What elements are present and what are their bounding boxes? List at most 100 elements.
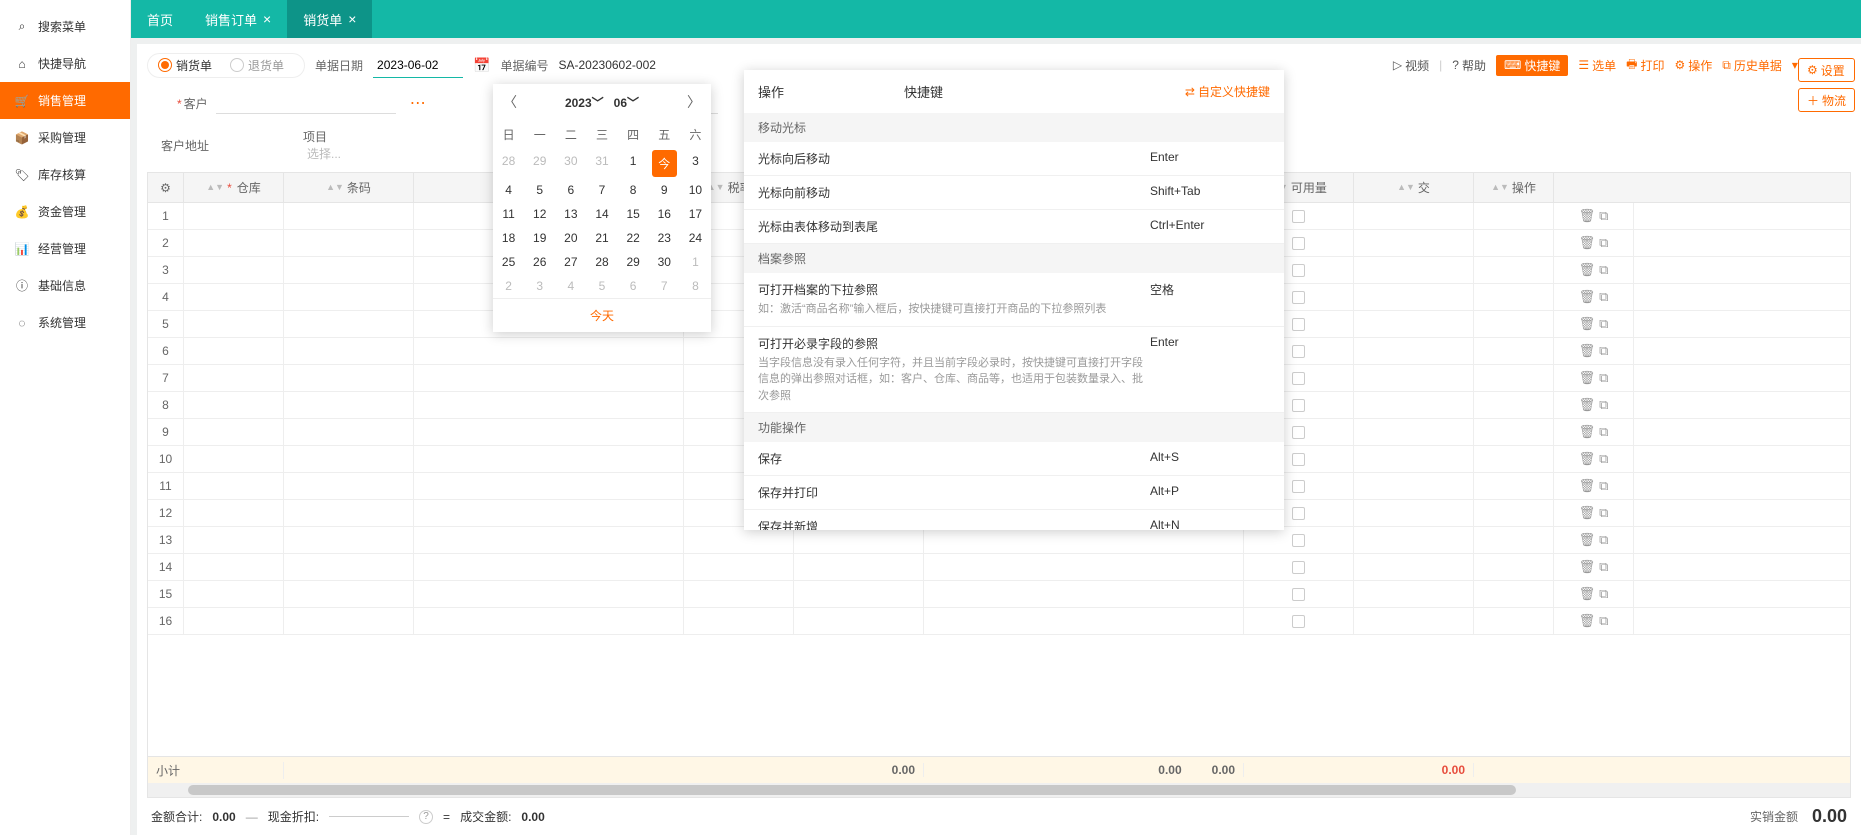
cal-year[interactable]: 2023﹀ — [565, 94, 604, 111]
shortcut-button[interactable]: ⌨ 快捷键 — [1496, 55, 1568, 76]
delete-icon[interactable]: 🗑 — [1579, 208, 1596, 224]
gift-checkbox[interactable] — [1292, 480, 1305, 493]
custom-shortcut-button[interactable]: ⇄ 自定义快捷键 — [1185, 83, 1270, 100]
gift-checkbox[interactable] — [1292, 318, 1305, 331]
gift-checkbox[interactable] — [1292, 291, 1305, 304]
gift-checkbox[interactable] — [1292, 372, 1305, 385]
cal-day[interactable]: 3 — [680, 149, 711, 178]
cal-day[interactable]: 30 — [649, 250, 680, 274]
cal-day[interactable]: 1 — [618, 149, 649, 178]
sidebar-item-5[interactable]: 💰资金管理 — [0, 193, 130, 230]
copy-icon[interactable]: ⧉ — [1599, 289, 1608, 305]
customer-input[interactable] — [216, 92, 396, 114]
copy-icon[interactable]: ⧉ — [1599, 478, 1608, 494]
radio-return[interactable]: 退货单 — [230, 57, 284, 74]
cal-day[interactable]: 5 — [524, 178, 555, 202]
cal-day[interactable]: 29 — [618, 250, 649, 274]
sidebar-item-2[interactable]: 🛒销售管理 — [0, 82, 130, 119]
cal-today-button[interactable]: 今天 — [493, 298, 711, 332]
delete-icon[interactable]: 🗑 — [1579, 370, 1596, 386]
cal-day[interactable]: 24 — [680, 226, 711, 250]
cal-day[interactable]: 18 — [493, 226, 524, 250]
copy-icon[interactable]: ⧉ — [1599, 262, 1608, 278]
print-button[interactable]: 🖶 打印 — [1626, 55, 1664, 76]
col-head[interactable]: ▲▼*仓库 — [184, 173, 284, 202]
sidebar-item-3[interactable]: 📦采购管理 — [0, 119, 130, 156]
tab-1[interactable]: 销售订单× — [189, 0, 287, 38]
delete-icon[interactable]: 🗑 — [1579, 505, 1596, 521]
cal-day[interactable]: 25 — [493, 250, 524, 274]
delete-icon[interactable]: 🗑 — [1579, 559, 1596, 575]
copy-icon[interactable]: ⧉ — [1599, 370, 1608, 386]
sidebar-item-1[interactable]: ⌂快捷导航 — [0, 45, 130, 82]
cal-next[interactable]: 〉 — [687, 92, 701, 112]
copy-icon[interactable]: ⧉ — [1599, 505, 1608, 521]
select-doc-button[interactable]: ☰ 选单 — [1578, 57, 1616, 74]
cal-day[interactable]: 7 — [649, 274, 680, 298]
sidebar-item-8[interactable]: ◌系统管理 — [0, 304, 130, 341]
cal-day[interactable]: 8 — [680, 274, 711, 298]
help-button[interactable]: ? 帮助 — [1452, 57, 1486, 74]
col-head[interactable]: ▲▼操作 — [1474, 173, 1554, 202]
cal-day[interactable]: 14 — [586, 202, 617, 226]
gift-checkbox[interactable] — [1292, 453, 1305, 466]
copy-icon[interactable]: ⧉ — [1599, 532, 1608, 548]
cal-day[interactable]: 21 — [586, 226, 617, 250]
table-row[interactable]: 13🗑⧉ — [148, 527, 1850, 554]
cal-day[interactable]: 30 — [555, 149, 586, 178]
table-row[interactable]: 14🗑⧉ — [148, 554, 1850, 581]
gift-checkbox[interactable] — [1292, 534, 1305, 547]
copy-icon[interactable]: ⧉ — [1599, 586, 1608, 602]
sidebar-item-4[interactable]: 🏷库存核算 — [0, 156, 130, 193]
cal-day[interactable]: 4 — [493, 178, 524, 202]
sidebar-item-7[interactable]: ⓘ基础信息 — [0, 267, 130, 304]
gift-checkbox[interactable] — [1292, 588, 1305, 601]
gift-checkbox[interactable] — [1292, 237, 1305, 250]
tab-close-icon[interactable]: × — [348, 11, 356, 27]
copy-icon[interactable]: ⧉ — [1599, 451, 1608, 467]
cal-day[interactable]: 27 — [555, 250, 586, 274]
gift-checkbox[interactable] — [1292, 264, 1305, 277]
cal-day[interactable]: 28 — [586, 250, 617, 274]
col-head[interactable]: ⚙ — [148, 173, 184, 202]
copy-icon[interactable]: ⧉ — [1599, 208, 1608, 224]
settings-button[interactable]: ⚙ 设置 — [1798, 58, 1855, 82]
sidebar-item-6[interactable]: 📊经营管理 — [0, 230, 130, 267]
table-row[interactable]: 15🗑⧉ — [148, 581, 1850, 608]
tab-0[interactable]: 首页 — [131, 0, 189, 38]
cal-day[interactable]: 19 — [524, 226, 555, 250]
h-scrollbar[interactable] — [148, 783, 1850, 797]
cal-day[interactable]: 22 — [618, 226, 649, 250]
cal-day[interactable]: 2 — [493, 274, 524, 298]
project-input[interactable]: 选择... — [303, 145, 341, 162]
copy-icon[interactable]: ⧉ — [1599, 316, 1608, 332]
gift-checkbox[interactable] — [1292, 507, 1305, 520]
delete-icon[interactable]: 🗑 — [1579, 532, 1596, 548]
gift-checkbox[interactable] — [1292, 345, 1305, 358]
gift-checkbox[interactable] — [1292, 399, 1305, 412]
delete-icon[interactable]: 🗑 — [1579, 343, 1596, 359]
cal-day[interactable]: 4 — [555, 274, 586, 298]
delete-icon[interactable]: 🗑 — [1579, 613, 1596, 629]
gear-icon[interactable]: ⚙ — [160, 181, 171, 195]
cal-day[interactable]: 1 — [680, 250, 711, 274]
date-input[interactable] — [373, 52, 463, 78]
discount-input[interactable] — [329, 816, 409, 817]
col-head[interactable]: ▲▼交 — [1354, 173, 1474, 202]
tab-2[interactable]: 销货单× — [287, 0, 372, 38]
cal-day[interactable]: 31 — [586, 149, 617, 178]
cal-day[interactable]: 3 — [524, 274, 555, 298]
delete-icon[interactable]: 🗑 — [1579, 478, 1596, 494]
cal-month[interactable]: 06﹀ — [614, 94, 639, 111]
delete-icon[interactable]: 🗑 — [1579, 262, 1596, 278]
sidebar-item-0[interactable]: ⌕搜索菜单 — [0, 8, 130, 45]
cal-day[interactable]: 23 — [649, 226, 680, 250]
toolbar-caret[interactable]: ▾ — [1792, 58, 1798, 72]
cal-day[interactable]: 5 — [586, 274, 617, 298]
cal-day[interactable]: 6 — [555, 178, 586, 202]
cal-day[interactable]: 29 — [524, 149, 555, 178]
cal-day[interactable]: 17 — [680, 202, 711, 226]
cal-day[interactable]: 10 — [680, 178, 711, 202]
logistics-button[interactable]: ＋ 物流 — [1798, 88, 1855, 112]
delete-icon[interactable]: 🗑 — [1579, 424, 1596, 440]
